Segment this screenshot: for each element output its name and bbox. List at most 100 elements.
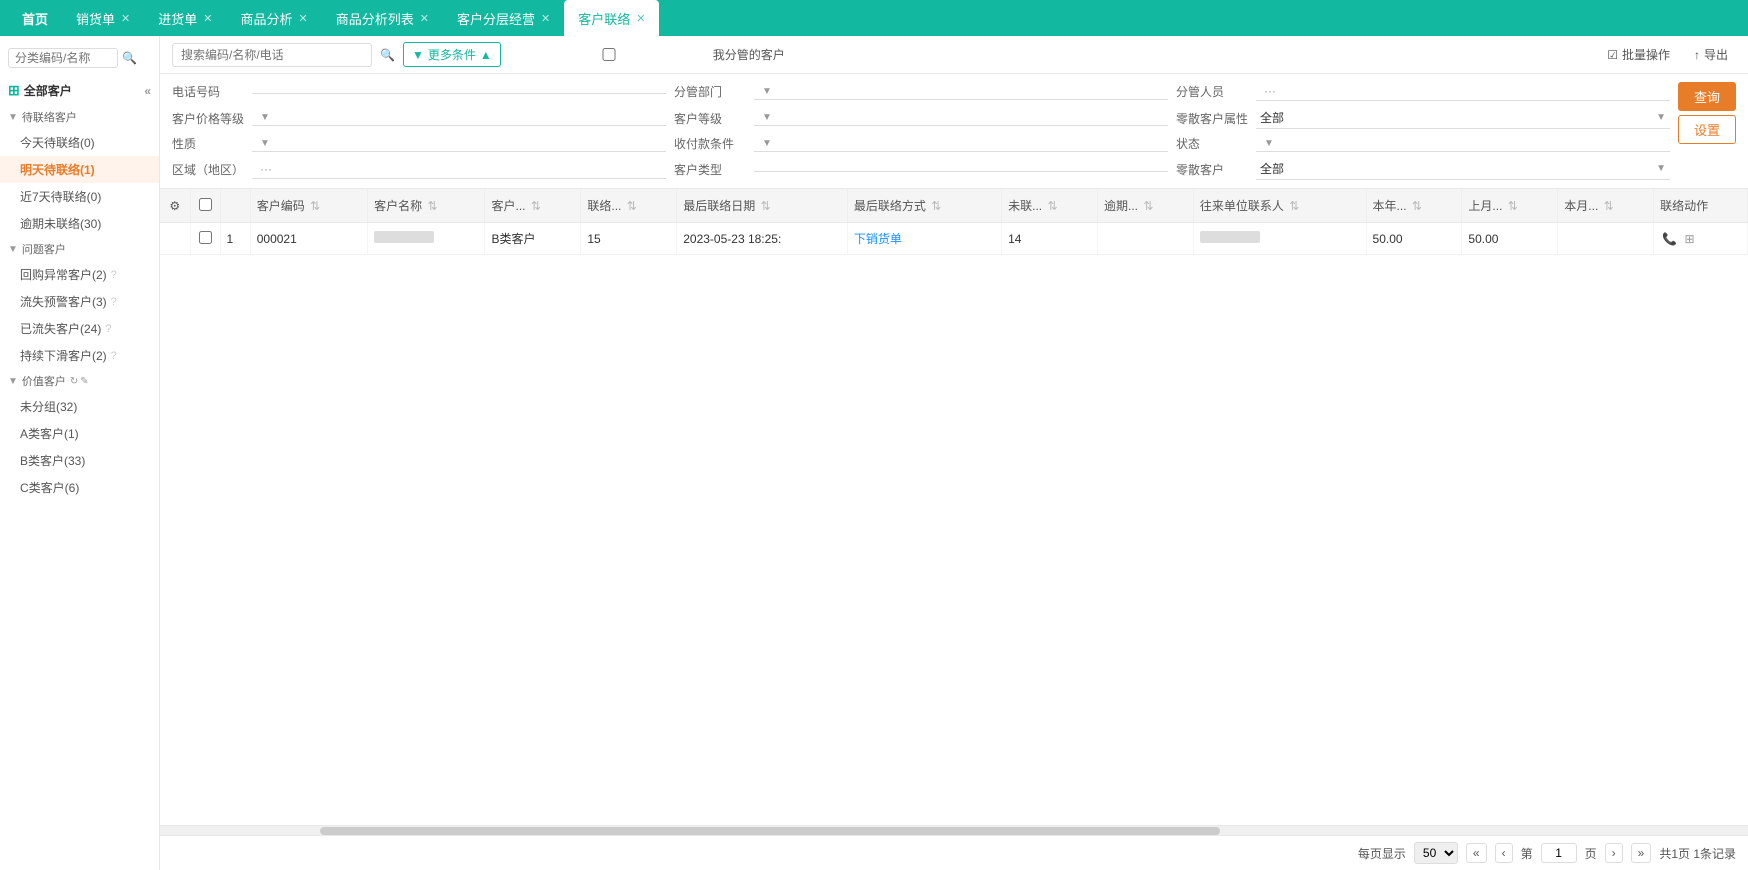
- region-input[interactable]: ···: [252, 160, 666, 179]
- group-value-customers[interactable]: ▼ 价值客户 ↻ ✎: [0, 369, 159, 393]
- row-code[interactable]: 000021: [250, 223, 367, 255]
- collapse-icon[interactable]: «: [144, 84, 151, 98]
- dept-select[interactable]: ▼: [754, 84, 1168, 100]
- close-goods-analysis-list-tab[interactable]: ✕: [420, 12, 429, 25]
- dept-label: 分管部门: [674, 83, 754, 100]
- row-last-method[interactable]: 下销货单: [847, 223, 1001, 255]
- help-icon[interactable]: ?: [111, 269, 117, 281]
- nav-item-customer-contact[interactable]: 客户联络 ✕: [564, 0, 659, 36]
- phone-action-icon[interactable]: 📞: [1662, 232, 1677, 246]
- phone-input[interactable]: [252, 89, 666, 94]
- col-uncontacted[interactable]: 未联... ⇅: [1002, 189, 1098, 223]
- sidebar-item-repurchase-abnormal[interactable]: 回购异常客户(2) ?: [0, 261, 159, 288]
- horizontal-scrollbar[interactable]: [160, 825, 1748, 835]
- payment-select[interactable]: ▼: [754, 136, 1168, 152]
- nav-item-goods-analysis[interactable]: 商品分析 ✕: [226, 0, 321, 36]
- next-page-button[interactable]: ›: [1605, 843, 1623, 863]
- col-gear[interactable]: ⚙: [160, 189, 190, 223]
- status-select[interactable]: ▼: [1256, 136, 1670, 152]
- retail-customer-select[interactable]: 全部 ▼: [1256, 158, 1670, 180]
- sidebar-item-declining[interactable]: 持续下滑客户(2) ?: [0, 342, 159, 369]
- sidebar-item-class-c[interactable]: C类客户(6): [0, 474, 159, 501]
- close-goods-analysis-tab[interactable]: ✕: [299, 12, 308, 25]
- col-code[interactable]: 客户编码 ⇅: [250, 189, 367, 223]
- price-level-select[interactable]: ▼: [252, 110, 666, 126]
- customer-type-select[interactable]: [754, 167, 1168, 172]
- close-customer-contact-tab[interactable]: ✕: [636, 12, 645, 25]
- setting-button[interactable]: 设置: [1678, 115, 1736, 144]
- col-this-month[interactable]: 本月... ⇅: [1558, 189, 1654, 223]
- first-page-button[interactable]: «: [1466, 843, 1487, 863]
- more-conditions-button[interactable]: ▼ 更多条件 ▲: [403, 42, 501, 67]
- sidebar-item-class-a[interactable]: A类客户(1): [0, 420, 159, 447]
- my-customers-checkbox[interactable]: [509, 48, 709, 61]
- blurred-contact: [1200, 231, 1260, 243]
- all-customers-header[interactable]: ⊞ 全部客户 «: [0, 76, 159, 105]
- sidebar-search-input[interactable]: [8, 48, 118, 68]
- row-select-checkbox[interactable]: [199, 231, 212, 244]
- help-icon4[interactable]: ?: [111, 350, 117, 362]
- col-last-date[interactable]: 最后联络日期 ⇅: [677, 189, 848, 223]
- row-last-date: 2023-05-23 18:25:: [677, 223, 848, 255]
- refresh-icon[interactable]: ↻: [70, 376, 78, 387]
- manager-input[interactable]: ···: [1256, 82, 1670, 101]
- col-this-year[interactable]: 本年... ⇅: [1366, 189, 1462, 223]
- nature-label: 性质: [172, 135, 252, 152]
- nav-item-sales[interactable]: 销货单 ✕: [62, 0, 144, 36]
- export-button[interactable]: ↑ 导出: [1686, 43, 1736, 66]
- select-all-checkbox[interactable]: [199, 198, 212, 211]
- export-icon: ↑: [1694, 48, 1700, 62]
- close-purchase-tab[interactable]: ✕: [203, 12, 212, 25]
- customer-level-select[interactable]: ▼: [754, 110, 1168, 126]
- nature-select[interactable]: ▼: [252, 136, 666, 152]
- help-icon2[interactable]: ?: [111, 296, 117, 308]
- sidebar-item-tomorrow-contact[interactable]: 明天待联络(1): [0, 156, 159, 183]
- batch-operation-button[interactable]: ☑ 批量操作: [1599, 43, 1678, 66]
- page-number-input[interactable]: [1541, 843, 1577, 863]
- sidebar-item-churn-warning[interactable]: 流失预警客户(3) ?: [0, 288, 159, 315]
- sidebar-item-today-contact[interactable]: 今天待联络(0): [0, 129, 159, 156]
- page-unit-label: 页: [1585, 845, 1597, 862]
- sidebar-search-icon[interactable]: 🔍: [122, 51, 137, 65]
- search-button[interactable]: 🔍: [380, 48, 395, 62]
- filter-icon: ▼: [412, 48, 424, 62]
- per-page-select[interactable]: 50: [1414, 842, 1458, 864]
- prev-page-button[interactable]: ‹: [1495, 843, 1513, 863]
- query-button[interactable]: 查询: [1678, 82, 1736, 111]
- nav-item-home[interactable]: 首页: [8, 0, 62, 36]
- close-sales-tab[interactable]: ✕: [121, 12, 130, 25]
- col-unit-contact[interactable]: 往来单位联系人 ⇅: [1193, 189, 1366, 223]
- retail-attr-select[interactable]: 全部 ▼: [1256, 107, 1670, 129]
- col-name[interactable]: 客户名称 ⇅: [368, 189, 485, 223]
- sidebar-item-week-contact[interactable]: 近7天待联络(0): [0, 183, 159, 210]
- last-page-button[interactable]: »: [1631, 843, 1652, 863]
- sidebar-item-overdue-contact[interactable]: 逾期未联络(30): [0, 210, 159, 237]
- sidebar-item-ungrouped[interactable]: 未分组(32): [0, 393, 159, 420]
- nav-item-customer-tier[interactable]: 客户分层经营 ✕: [443, 0, 564, 36]
- edit-icon[interactable]: ✎: [80, 376, 88, 387]
- close-customer-tier-tab[interactable]: ✕: [541, 12, 550, 25]
- sidebar-item-class-b[interactable]: B类客户(33): [0, 447, 159, 474]
- sidebar-item-churned[interactable]: 已流失客户(24) ?: [0, 315, 159, 342]
- search-input[interactable]: [172, 43, 372, 67]
- customer-type-field: 客户类型: [674, 161, 1168, 178]
- grid-icon: ⊞: [8, 82, 20, 99]
- nav-item-purchase[interactable]: 进货单 ✕: [144, 0, 226, 36]
- scrollbar-thumb[interactable]: [320, 827, 1220, 835]
- filter-actions: 查询 设置: [1678, 82, 1736, 144]
- group-problem-customers[interactable]: ▼ 问题客户: [0, 237, 159, 261]
- grid-action-icon[interactable]: ⊞: [1684, 232, 1694, 246]
- col-last-method[interactable]: 最后联络方式 ⇅: [847, 189, 1001, 223]
- last-method-link[interactable]: 下销货单: [854, 232, 902, 246]
- nav-item-goods-analysis-list[interactable]: 商品分析列表 ✕: [322, 0, 443, 36]
- col-last-month[interactable]: 上月... ⇅: [1462, 189, 1558, 223]
- group-pending-contact[interactable]: ▼ 待联络客户: [0, 105, 159, 129]
- col-type[interactable]: 客户... ⇅: [485, 189, 581, 223]
- row-overdue: [1098, 223, 1194, 255]
- col-contact[interactable]: 联络... ⇅: [581, 189, 677, 223]
- col-overdue[interactable]: 逾期... ⇅: [1098, 189, 1194, 223]
- dots-icon2: ···: [260, 162, 272, 176]
- help-icon3[interactable]: ?: [105, 323, 111, 335]
- sort-icon-contact: ⇅: [627, 199, 637, 213]
- sort-icon-unit-contact: ⇅: [1289, 199, 1299, 213]
